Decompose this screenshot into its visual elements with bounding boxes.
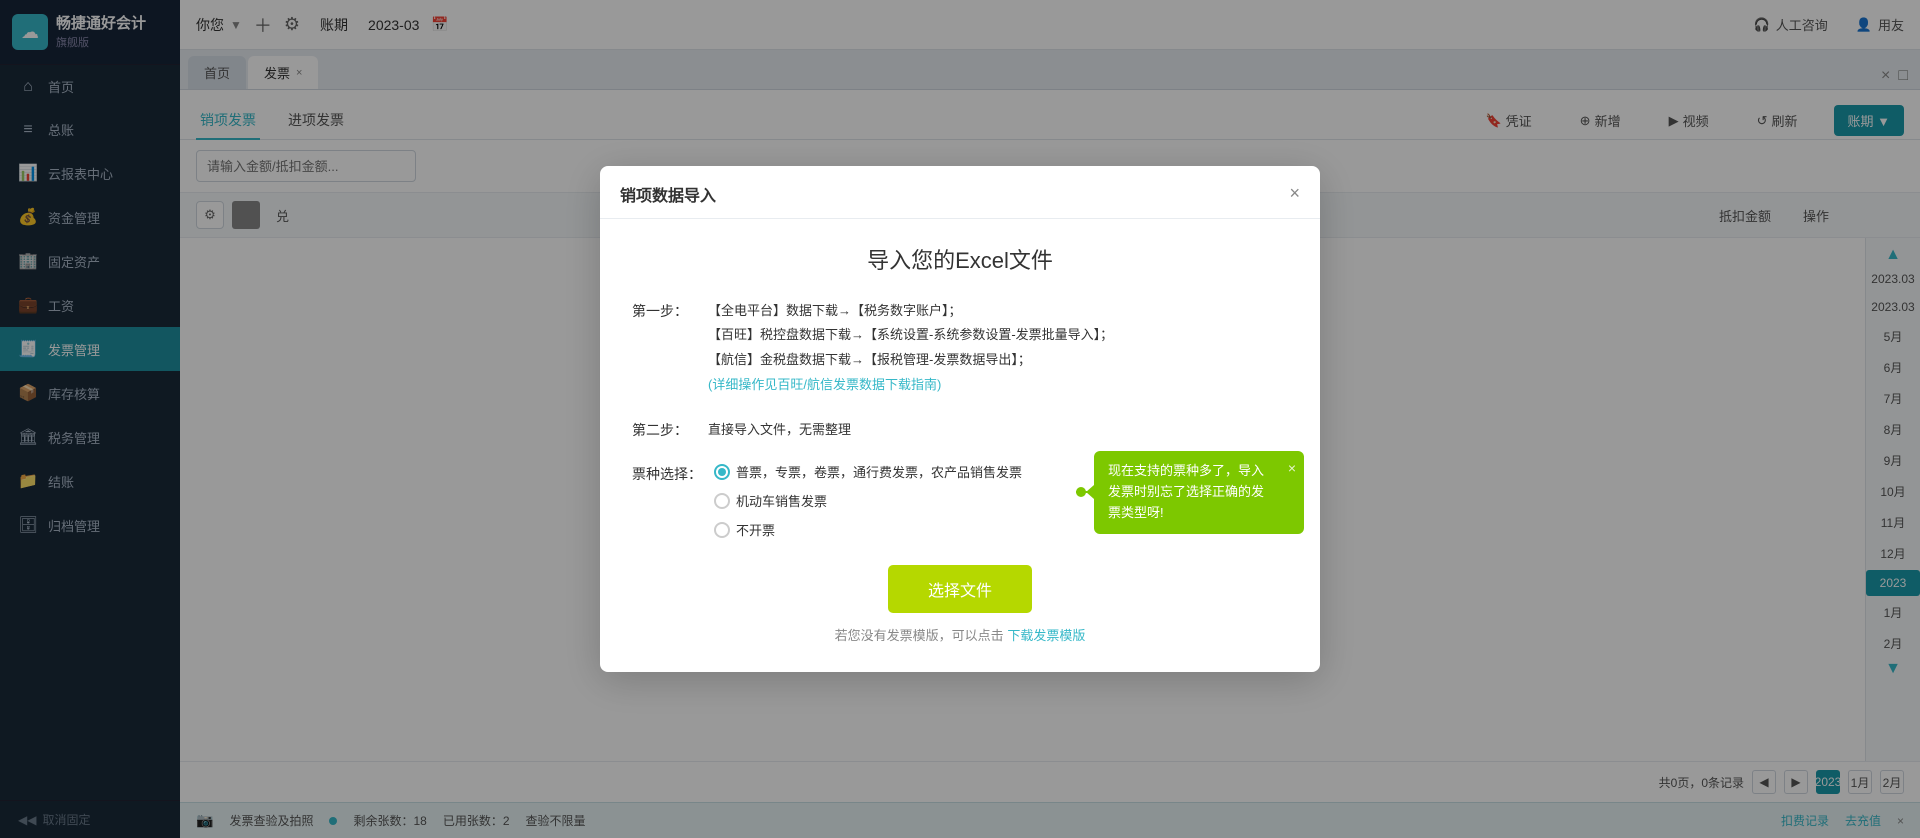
tooltip-text: 现在支持的票种多了，导入发票时别忘了选择正确的发票类型呀!: [1108, 463, 1264, 520]
step1-label: 第一步：: [632, 299, 696, 321]
step1-line3: 【航信】金税盘数据下载→【报税管理-发票数据导出】；: [708, 348, 1113, 373]
step1-content: 【全电平台】数据下载→【税务数字账户】； 【百旺】税控盘数据下载→【系统设置-系…: [708, 299, 1113, 398]
ticket-select-label: 票种选择：: [632, 462, 702, 484]
modal-footer: 若您没有发票模版，可以点击 下载发票模版: [632, 625, 1288, 644]
select-file-section: 选择文件: [632, 565, 1288, 613]
radio-none-label: 不开票: [736, 520, 775, 539]
tooltip-arrow: [1086, 485, 1094, 499]
modal-close-btn[interactable]: ×: [1289, 183, 1300, 204]
step1-row: 第一步： 【全电平台】数据下载→【税务数字账户】； 【百旺】税控盘数据下载→【系…: [632, 299, 1288, 398]
modal-main-title: 导入您的Excel文件: [632, 243, 1288, 275]
radio-none-circle[interactable]: [714, 522, 730, 538]
radio-motor[interactable]: 机动车销售发票 现在支持的票种多了，导入发票时别忘了选择正确的发票类型呀! ×: [714, 491, 1022, 510]
tooltip-container: 现在支持的票种多了，导入发票时别忘了选择正确的发票类型呀! ×: [1094, 451, 1304, 533]
ticket-select-section: 票种选择： 普票，专票，卷票，通行费发票，农产品销售发票 机动车销售发票: [632, 462, 1288, 549]
step2-content: 直接导入文件，无需整理: [708, 418, 851, 443]
step2-label: 第二步：: [632, 418, 696, 440]
import-modal: 销项数据导入 × 导入您的Excel文件 第一步： 【全电平台】数据下载→【税务…: [600, 166, 1320, 672]
step2-row: 第二步： 直接导入文件，无需整理: [632, 418, 1288, 443]
step1-guide-link[interactable]: (详细操作见百旺/航信发票数据下载指南): [708, 377, 941, 392]
step1-line2: 【百旺】税控盘数据下载→【系统设置-系统参数设置-发票批量导入】；: [708, 323, 1113, 348]
radio-options: 普票，专票，卷票，通行费发票，农产品销售发票 机动车销售发票 现在支持的票种多了…: [714, 462, 1022, 549]
radio-general-circle[interactable]: [714, 464, 730, 480]
ticket-select-header: 票种选择： 普票，专票，卷票，通行费发票，农产品销售发票 机动车销售发票: [632, 462, 1288, 549]
tooltip-close-btn[interactable]: ×: [1288, 457, 1296, 479]
step1-line1: 【全电平台】数据下载→【税务数字账户】；: [708, 299, 1113, 324]
radio-motor-label: 机动车销售发票: [736, 491, 827, 510]
radio-general-label: 普票，专票，卷票，通行费发票，农产品销售发票: [736, 462, 1022, 481]
footer-text: 若您没有发票模版，可以点击: [835, 628, 1004, 643]
download-template-link[interactable]: 下载发票模版: [1007, 628, 1085, 643]
select-file-btn[interactable]: 选择文件: [888, 565, 1032, 613]
modal-overlay: 销项数据导入 × 导入您的Excel文件 第一步： 【全电平台】数据下载→【税务…: [0, 0, 1920, 838]
modal-header: 销项数据导入 ×: [600, 166, 1320, 219]
tooltip-bubble: 现在支持的票种多了，导入发票时别忘了选择正确的发票类型呀! ×: [1094, 451, 1304, 533]
radio-none[interactable]: 不开票: [714, 520, 1022, 539]
radio-general[interactable]: 普票，专票，卷票，通行费发票，农产品销售发票: [714, 462, 1022, 481]
radio-motor-circle[interactable]: [714, 493, 730, 509]
modal-title: 销项数据导入: [620, 182, 716, 206]
modal-body: 导入您的Excel文件 第一步： 【全电平台】数据下载→【税务数字账户】； 【百…: [600, 219, 1320, 672]
